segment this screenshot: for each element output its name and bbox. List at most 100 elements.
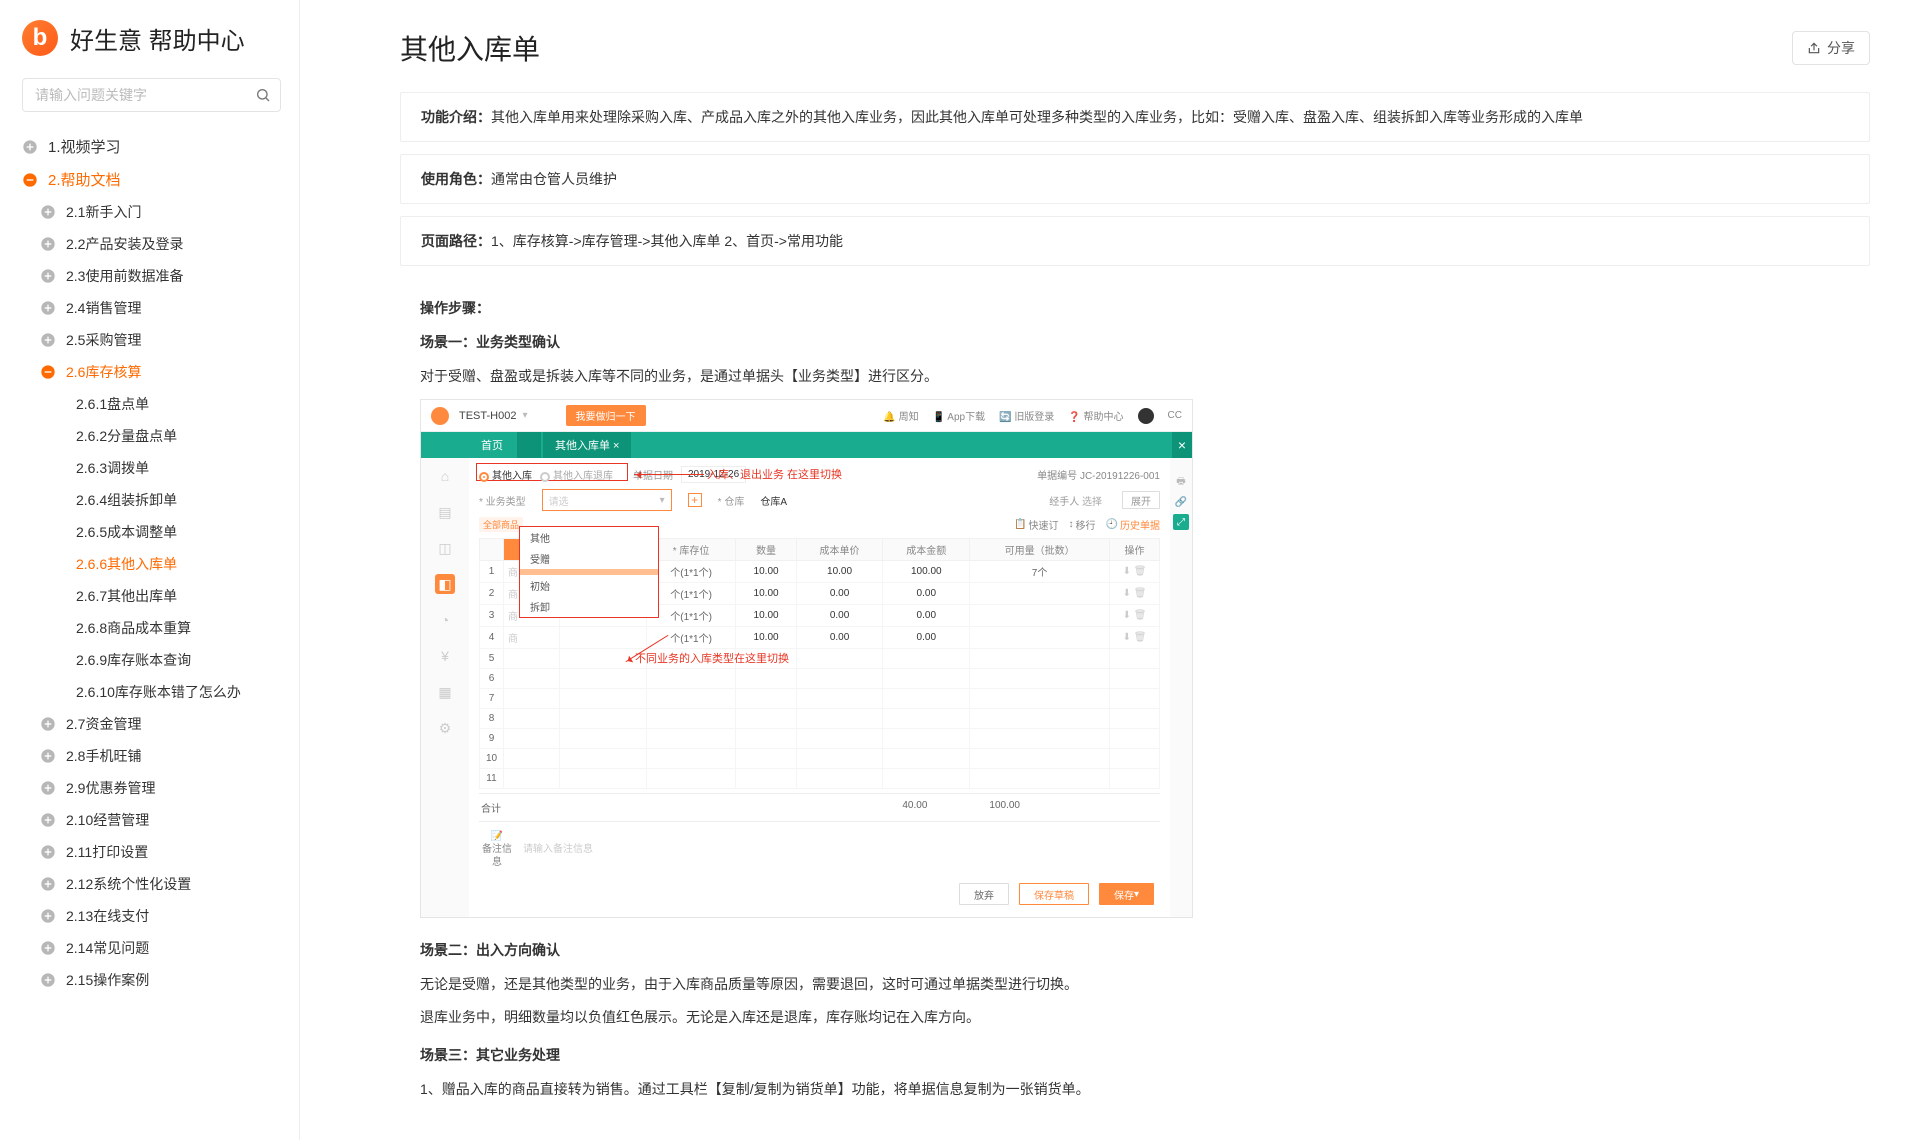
nav-item[interactable]: 2.14常见问题: [22, 932, 281, 964]
mock-tabs: 首页 其他入库单 × ×: [421, 432, 1192, 458]
remark-label: 📝备注信息: [479, 830, 515, 869]
nav-item[interactable]: 2.5采购管理: [22, 324, 281, 356]
steps-heading: 操作步骤：: [420, 298, 1850, 318]
main: 其他入库单 分享 功能介绍：其他入库单用来处理除采购入库、产成品入库之外的其他入…: [300, 0, 1920, 1140]
stock-icon: ◧: [435, 574, 455, 594]
plus-icon: [40, 716, 56, 732]
plus-icon: [40, 908, 56, 924]
path-box: 页面路径：1、库存核算->库存管理->其他入库单 2、首页->常用功能: [400, 216, 1870, 266]
search: [22, 78, 281, 112]
mock-top-link: ❓ 帮助中心: [1068, 408, 1123, 423]
plus-icon: [40, 780, 56, 796]
plus-icon: [22, 139, 38, 155]
home-icon: ⌂: [435, 466, 455, 486]
share-button[interactable]: 分享: [1792, 31, 1870, 65]
add-icon: +: [688, 493, 702, 507]
nav-item[interactable]: 2.12系统个性化设置: [22, 868, 281, 900]
plus-icon: [40, 844, 56, 860]
plus-icon: [40, 972, 56, 988]
biz-type-select: 请选▾: [542, 489, 672, 511]
mock-user: CC: [1168, 410, 1182, 421]
nav-item[interactable]: 2.帮助文档: [22, 163, 281, 196]
nav-item[interactable]: 2.8手机旺铺: [22, 740, 281, 772]
nav-leaf[interactable]: 2.6.3调拨单: [22, 452, 281, 484]
mock-tab-doc: 其他入库单 ×: [543, 432, 631, 458]
annotation-text: 不同业务的入库类型在这里切换: [635, 650, 789, 666]
table-row: 11: [480, 769, 1160, 789]
annotation-text: 入库、退出业务 在这里切换: [707, 466, 842, 482]
nav-item[interactable]: 2.3使用前数据准备: [22, 260, 281, 292]
nav-item[interactable]: 2.7资金管理: [22, 708, 281, 740]
link-icon: 🔗: [1173, 494, 1189, 510]
mock-radio-return: 其他入库退库: [540, 467, 613, 482]
nav-item[interactable]: 2.13在线支付: [22, 900, 281, 932]
biz-type-label: * 业务类型: [479, 493, 526, 508]
mock-radio-in: 其他入库: [479, 467, 532, 482]
optbar-link: 📋 快速订: [1014, 517, 1058, 532]
chart-icon: ◔: [435, 610, 455, 630]
mock-iconbar: ⌂ ▤ ◫ ◧ ◔ ¥ ▦ ⚙: [421, 458, 469, 917]
table-row: 5: [480, 649, 1160, 669]
nav-item[interactable]: 2.2产品安装及登录: [22, 228, 281, 260]
nav-leaf[interactable]: 2.6.4组装拆卸单: [22, 484, 281, 516]
nav-leaf[interactable]: 2.6.2分量盘点单: [22, 420, 281, 452]
scene3-heading: 场景三：其它业务处理: [420, 1045, 1850, 1065]
wh-value: 仓库A: [760, 493, 787, 508]
discard-button: 放弃: [959, 883, 1009, 905]
nav-leaf[interactable]: 2.6.1盘点单: [22, 388, 281, 420]
mock-top-link: 🔔 周知: [883, 408, 918, 423]
avatar-icon: [1138, 408, 1154, 424]
expand-button: 展开: [1122, 491, 1160, 509]
plus-icon: [40, 812, 56, 828]
table-row: 8: [480, 709, 1160, 729]
nav-leaf[interactable]: 2.6.5成本调整单: [22, 516, 281, 548]
role-box: 使用角色：通常由仓管人员维护: [400, 154, 1870, 204]
close-icon: ×: [1172, 432, 1192, 458]
search-input[interactable]: [22, 78, 281, 112]
annotation-arrow: [634, 474, 704, 475]
table-row: 6: [480, 669, 1160, 689]
nav-item[interactable]: 1.视频学习: [22, 130, 281, 163]
path-tag: 全部商品: [479, 517, 523, 532]
mock-tenant: TEST-H002: [459, 410, 516, 422]
nav-item[interactable]: 2.9优惠券管理: [22, 772, 281, 804]
doc-icon: ▤: [435, 502, 455, 522]
logo-icon: b: [22, 20, 58, 56]
nav-item[interactable]: 2.6库存核算: [22, 356, 281, 388]
remark-input: [523, 840, 1160, 860]
grid-icon: ▦: [435, 682, 455, 702]
nav-item[interactable]: 2.10经营管理: [22, 804, 281, 836]
scene2-para2: 退库业务中，明细数量均以负值红色展示。无论是入库还是退库，库存账均记在入库方向。: [420, 1005, 1850, 1030]
nav-leaf-active[interactable]: 2.6.6其他入库单: [22, 548, 281, 580]
brand: b 好生意 帮助中心: [22, 20, 281, 56]
nav-item[interactable]: 2.15操作案例: [22, 964, 281, 996]
nav-leaf[interactable]: 2.6.7其他出库单: [22, 580, 281, 612]
mock-top-link: 🔄 旧版登录: [999, 408, 1054, 423]
nav-item[interactable]: 2.1新手入门: [22, 196, 281, 228]
mock-tab-doc: [517, 432, 541, 458]
table-row: 9: [480, 729, 1160, 749]
scene3-para1: 1、赠品入库的商品直接转为销售。通过工具栏【复制/复制为销货单】功能，将单据信息…: [420, 1077, 1850, 1102]
scene2-heading: 场景二：出入方向确认: [420, 940, 1850, 960]
nav-leaf[interactable]: 2.6.10库存账本错了怎么办: [22, 676, 281, 708]
chevron-down-icon: ▾: [522, 410, 527, 421]
dropdown-panel: 其他 受赠 初始 拆卸: [519, 526, 659, 618]
page-title: 其他入库单: [400, 28, 540, 68]
plus-icon: [40, 236, 56, 252]
plus-icon: [40, 748, 56, 764]
nav-item[interactable]: 2.4销售管理: [22, 292, 281, 324]
nav-leaf[interactable]: 2.6.8商品成本重算: [22, 612, 281, 644]
save-button: 保存 ▾: [1099, 883, 1154, 905]
optbar-link: ↕ 移行: [1069, 517, 1096, 532]
plus-icon: [40, 876, 56, 892]
money-icon: ¥: [435, 646, 455, 666]
plus-icon: [40, 268, 56, 284]
intro-box: 功能介绍：其他入库单用来处理除采购入库、产成品入库之外的其他入库业务，因此其他入…: [400, 92, 1870, 142]
nav-item[interactable]: 2.11打印设置: [22, 836, 281, 868]
nav-leaf[interactable]: 2.6.9库存账本查询: [22, 644, 281, 676]
embedded-screenshot: TEST-H002 ▾ 我要做归一下 🔔 周知 📱 App下载 🔄 旧版登录 ❓…: [420, 399, 1193, 918]
wh-label: * 仓库: [718, 493, 745, 508]
box-icon: ◫: [435, 538, 455, 558]
table-row: 10: [480, 749, 1160, 769]
minus-icon: [22, 172, 38, 188]
